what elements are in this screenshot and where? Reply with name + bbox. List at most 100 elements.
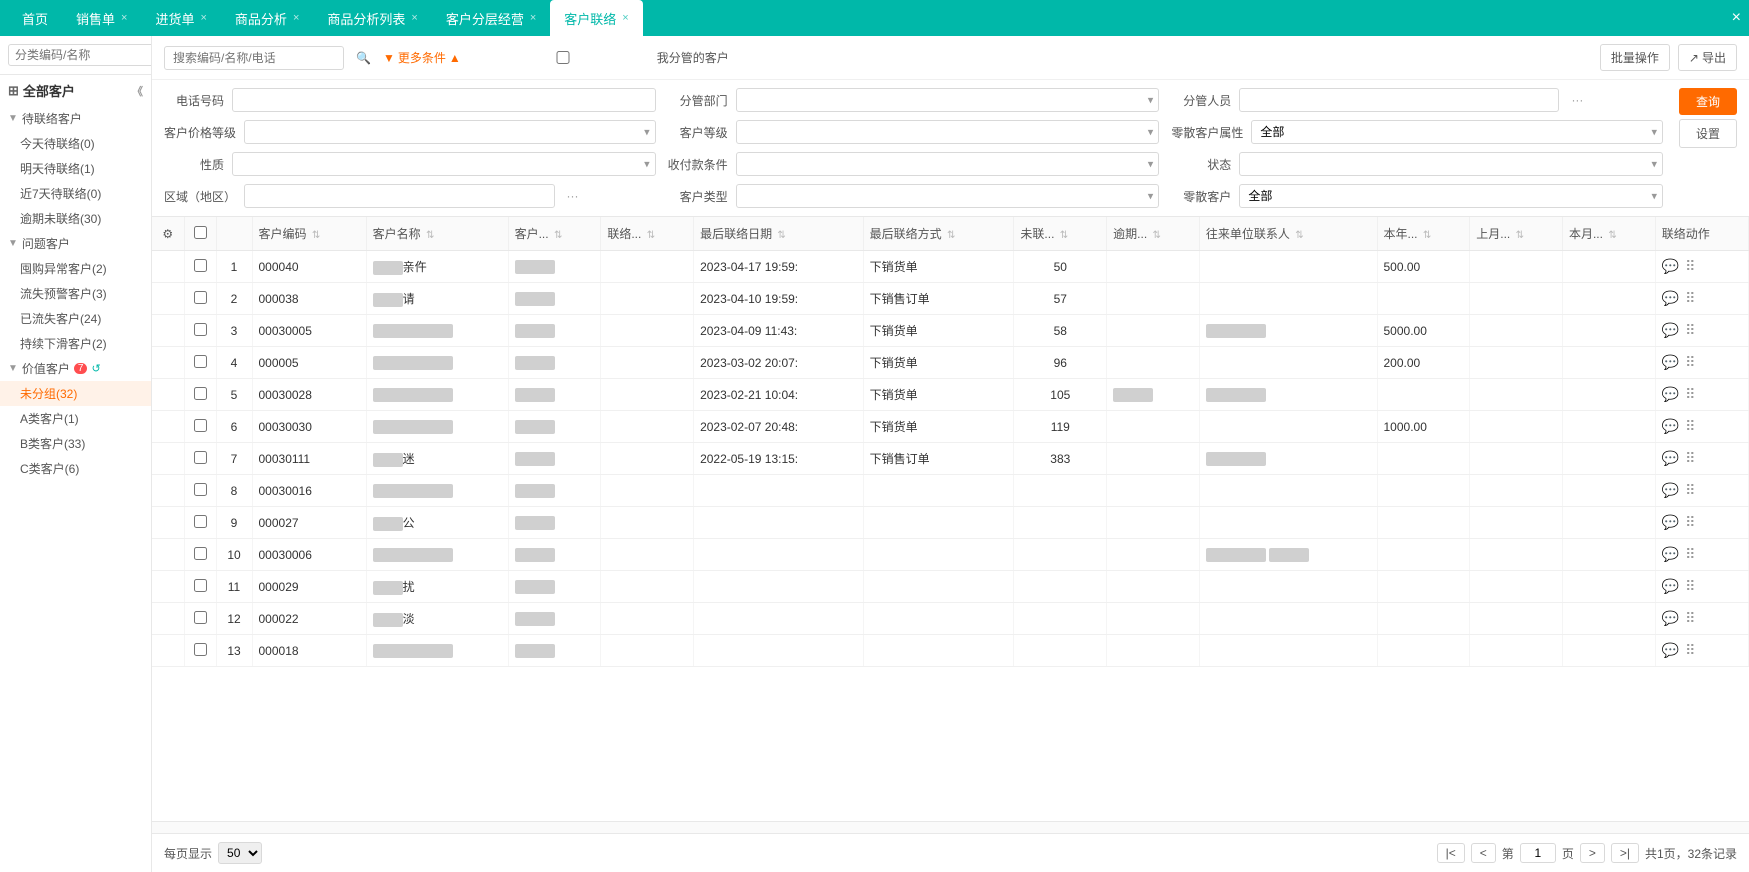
td-checkbox[interactable]: [184, 635, 216, 667]
manager-input[interactable]: [1239, 88, 1559, 112]
problem-customers-title[interactable]: ▼ 问题客户: [0, 231, 151, 256]
filter-search-icon[interactable]: 🔍: [356, 51, 371, 65]
value-customers-title[interactable]: ▼ 价值客户 7 ↺: [0, 356, 151, 381]
sidebar-item-declining[interactable]: 持续下滑客户(2): [0, 331, 151, 356]
last-way-link[interactable]: 下销货单: [870, 356, 918, 370]
row-checkbox[interactable]: [194, 355, 207, 368]
row-checkbox[interactable]: [194, 323, 207, 336]
qr-action-icon[interactable]: ⠿: [1685, 386, 1695, 403]
manager-ellipsis[interactable]: ···: [1567, 93, 1587, 107]
qr-action-icon[interactable]: ⠿: [1685, 258, 1695, 275]
row-checkbox[interactable]: [194, 483, 207, 496]
phone-action-icon[interactable]: 💬: [1662, 290, 1679, 307]
row-checkbox[interactable]: [194, 515, 207, 528]
th-this-month[interactable]: 本月... ⇅: [1562, 217, 1655, 251]
qr-action-icon[interactable]: ⠿: [1685, 610, 1695, 627]
phone-input[interactable]: [232, 88, 656, 112]
phone-action-icon[interactable]: 💬: [1662, 546, 1679, 563]
sidebar-item-overdue[interactable]: 逾期未联络(30): [0, 206, 151, 231]
price-tier-select[interactable]: [244, 120, 656, 144]
tab-home[interactable]: 首页: [8, 0, 62, 36]
more-conditions-btn[interactable]: ▼ 更多条件 ▲: [383, 49, 461, 66]
phone-action-icon[interactable]: 💬: [1662, 354, 1679, 371]
th-last-date[interactable]: 最后联络日期 ⇅: [694, 217, 864, 251]
qr-action-icon[interactable]: ⠿: [1685, 546, 1695, 563]
region-ellipsis[interactable]: ···: [563, 189, 583, 203]
row-checkbox[interactable]: [194, 259, 207, 272]
td-checkbox[interactable]: [184, 347, 216, 379]
th-last-way[interactable]: 最后联络方式 ⇅: [863, 217, 1014, 251]
td-last-way[interactable]: [863, 539, 1014, 571]
batch-op-button[interactable]: 批量操作: [1600, 44, 1670, 71]
th-contact[interactable]: 联络... ⇅: [601, 217, 694, 251]
last-way-link[interactable]: 下销售订单: [870, 452, 930, 466]
td-last-way[interactable]: 下销售订单: [863, 283, 1014, 315]
last-way-link[interactable]: 下销售订单: [870, 292, 930, 306]
row-checkbox[interactable]: [194, 579, 207, 592]
retail-select[interactable]: 全部: [1239, 184, 1663, 208]
last-way-link[interactable]: 下销货单: [870, 324, 918, 338]
dept-select[interactable]: [736, 88, 1160, 112]
tab-sales[interactable]: 销售单 ×: [62, 0, 141, 36]
th-last-month[interactable]: 上月... ⇅: [1470, 217, 1563, 251]
sidebar-item-a-class[interactable]: A类客户(1): [0, 406, 151, 431]
row-checkbox[interactable]: [194, 291, 207, 304]
phone-action-icon[interactable]: 💬: [1662, 418, 1679, 435]
th-trading-contact[interactable]: 往来单位联系人 ⇅: [1199, 217, 1377, 251]
sidebar-item-c-class[interactable]: C类客户(6): [0, 456, 151, 481]
prev-page-btn[interactable]: <: [1471, 843, 1496, 863]
close-purchase[interactable]: ×: [200, 12, 206, 24]
sidebar-search-input[interactable]: [8, 44, 152, 66]
td-last-way[interactable]: [863, 507, 1014, 539]
sidebar-item-b-class[interactable]: B类客户(33): [0, 431, 151, 456]
phone-action-icon[interactable]: 💬: [1662, 610, 1679, 627]
th-this-year[interactable]: 本年... ⇅: [1377, 217, 1470, 251]
td-last-way[interactable]: [863, 635, 1014, 667]
close-customer-tier[interactable]: ×: [530, 12, 536, 24]
query-button[interactable]: 查询: [1679, 88, 1737, 115]
collapse-sidebar-icon[interactable]: 《: [132, 83, 143, 99]
sidebar-item-churn-warning[interactable]: 流失预警客户(3): [0, 281, 151, 306]
th-settings[interactable]: ⚙: [152, 217, 184, 251]
tab-customer-contact[interactable]: 客户联络 ×: [550, 0, 642, 36]
qr-action-icon[interactable]: ⠿: [1685, 482, 1695, 499]
payment-select[interactable]: [736, 152, 1160, 176]
td-checkbox[interactable]: [184, 379, 216, 411]
td-checkbox[interactable]: [184, 411, 216, 443]
my-customers-checkbox-area[interactable]: 我分管的客户: [473, 49, 729, 66]
phone-action-icon[interactable]: 💬: [1662, 386, 1679, 403]
retail-attr-select[interactable]: 全部: [1251, 120, 1663, 144]
phone-action-icon[interactable]: 💬: [1662, 450, 1679, 467]
last-way-link[interactable]: 下销货单: [870, 388, 918, 402]
select-all-checkbox[interactable]: [194, 226, 207, 239]
tab-product-list[interactable]: 商品分析列表 ×: [313, 0, 431, 36]
td-last-way[interactable]: [863, 603, 1014, 635]
td-last-way[interactable]: [863, 571, 1014, 603]
qr-action-icon[interactable]: ⠿: [1685, 578, 1695, 595]
td-checkbox[interactable]: [184, 539, 216, 571]
qr-action-icon[interactable]: ⠿: [1685, 450, 1695, 467]
td-last-way[interactable]: [863, 475, 1014, 507]
th-checkbox[interactable]: [184, 217, 216, 251]
qr-action-icon[interactable]: ⠿: [1685, 642, 1695, 659]
per-page-select[interactable]: 50: [218, 842, 262, 864]
customer-type-select[interactable]: [736, 184, 1160, 208]
nature-select[interactable]: [232, 152, 656, 176]
last-way-link[interactable]: 下销货单: [870, 420, 918, 434]
td-last-way[interactable]: 下销货单: [863, 411, 1014, 443]
sidebar-item-abnormal[interactable]: 囤购异常客户(2): [0, 256, 151, 281]
phone-action-icon[interactable]: 💬: [1662, 482, 1679, 499]
row-checkbox[interactable]: [194, 611, 207, 624]
my-customers-checkbox[interactable]: [473, 51, 653, 64]
close-window-icon[interactable]: ×: [1732, 9, 1741, 27]
row-checkbox[interactable]: [194, 419, 207, 432]
row-checkbox[interactable]: [194, 387, 207, 400]
td-last-way[interactable]: 下销货单: [863, 251, 1014, 283]
scrollbar-area[interactable]: [152, 821, 1749, 833]
refresh-icon[interactable]: ↺: [91, 362, 100, 375]
row-checkbox[interactable]: [194, 451, 207, 464]
qr-action-icon[interactable]: ⠿: [1685, 514, 1695, 531]
qr-action-icon[interactable]: ⠿: [1685, 418, 1695, 435]
td-checkbox[interactable]: [184, 603, 216, 635]
search-input[interactable]: [164, 46, 344, 70]
